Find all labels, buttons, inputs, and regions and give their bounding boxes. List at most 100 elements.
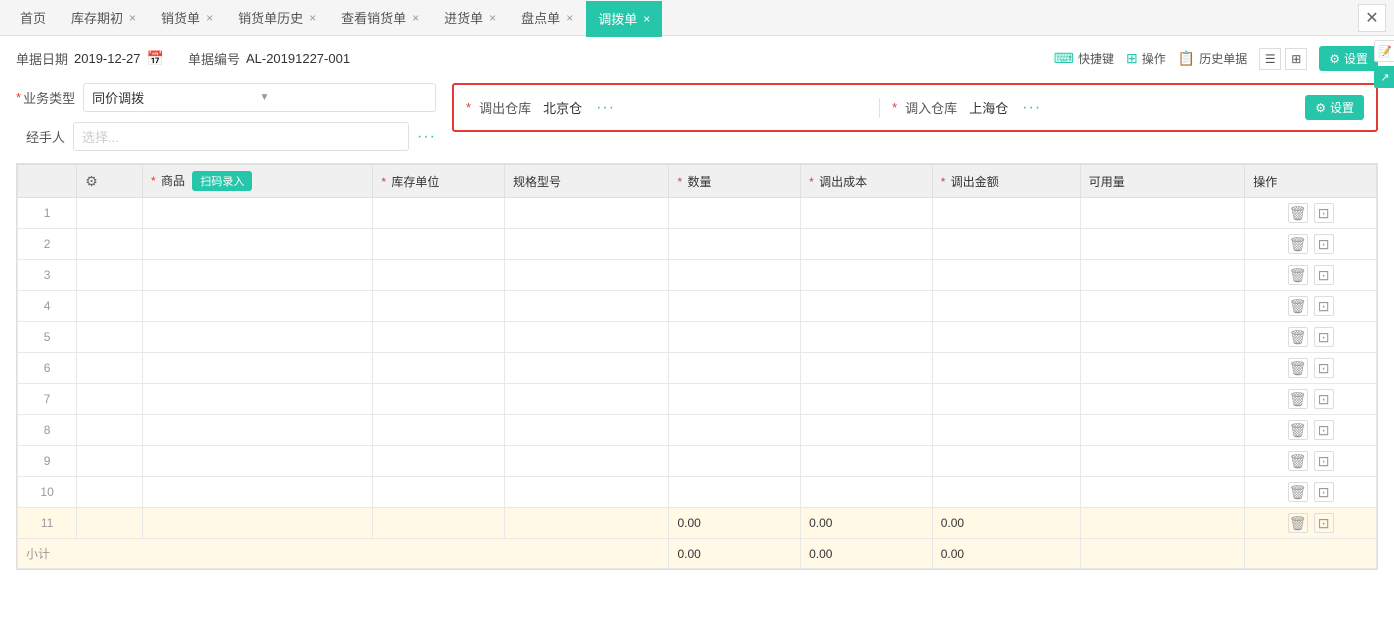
row-spec-cell[interactable] <box>504 353 669 384</box>
operations-btn[interactable]: ⊞ 操作 <box>1126 50 1166 67</box>
row-unit-cell[interactable] <box>373 415 505 446</box>
row-spec-cell[interactable] <box>504 415 669 446</box>
row-unit-cell[interactable] <box>373 260 505 291</box>
row-cost-cell[interactable] <box>801 384 933 415</box>
row-amount-cell[interactable] <box>932 415 1080 446</box>
row-unit-cell[interactable] <box>373 322 505 353</box>
tab-purchase[interactable]: 进货单 × <box>432 0 509 36</box>
tab-inventory[interactable]: 盘点单 × <box>509 0 586 36</box>
row-unit-cell[interactable] <box>373 229 505 260</box>
out-warehouse-more-btn[interactable]: ··· <box>596 99 615 117</box>
row-unit-cell[interactable] <box>373 384 505 415</box>
row-product-cell[interactable] <box>143 322 373 353</box>
row-product-cell[interactable] <box>143 477 373 508</box>
row-qty-cell[interactable] <box>669 446 801 477</box>
row-qty-cell[interactable] <box>669 260 801 291</box>
row-product-cell[interactable] <box>143 415 373 446</box>
tab-close-sales-history[interactable]: × <box>309 11 316 25</box>
row-amount-cell[interactable] <box>932 322 1080 353</box>
layout-list-icon[interactable]: ☰ <box>1259 48 1281 70</box>
copy-row-icon[interactable]: ⊡ <box>1314 389 1334 409</box>
row-cost-cell[interactable] <box>801 198 933 229</box>
row-product-cell[interactable] <box>143 260 373 291</box>
note-icon-btn[interactable]: 📝 <box>1374 40 1394 62</box>
copy-icon[interactable]: ⊡ <box>1314 513 1334 533</box>
business-type-select[interactable]: 同价调拨 ▼ <box>83 83 436 112</box>
row-amount-cell[interactable] <box>932 384 1080 415</box>
tab-close-purchase[interactable]: × <box>489 11 496 25</box>
row-product-cell[interactable] <box>143 446 373 477</box>
copy-row-icon[interactable]: ⊡ <box>1314 358 1334 378</box>
row-spec-cell[interactable] <box>504 384 669 415</box>
row-cost-cell[interactable] <box>801 291 933 322</box>
tab-close-view-sales[interactable]: × <box>412 11 419 25</box>
row-amount-cell[interactable] <box>932 477 1080 508</box>
delete-row-icon[interactable]: 🗑 <box>1288 358 1308 378</box>
row-spec-cell[interactable] <box>504 446 669 477</box>
copy-row-icon[interactable]: ⊡ <box>1314 203 1334 223</box>
copy-row-icon[interactable]: ⊡ <box>1314 296 1334 316</box>
row-unit-cell[interactable] <box>373 291 505 322</box>
row-product-cell[interactable] <box>143 353 373 384</box>
tab-inventory-init[interactable]: 库存期初 × <box>59 0 149 36</box>
scan-button[interactable]: 扫码录入 <box>192 171 252 191</box>
row-cost-cell[interactable] <box>801 260 933 291</box>
warehouse-settings-button[interactable]: ⚙ 设置 <box>1305 95 1364 120</box>
row-unit-cell[interactable] <box>373 477 505 508</box>
row-amount-cell[interactable] <box>932 353 1080 384</box>
copy-row-icon[interactable]: ⊡ <box>1314 234 1334 254</box>
row-amount-cell[interactable] <box>932 198 1080 229</box>
tab-close-inventory2[interactable]: × <box>566 11 573 25</box>
tab-close-sales[interactable]: × <box>206 11 213 25</box>
row-qty-cell[interactable] <box>669 353 801 384</box>
history-btn[interactable]: 📋 历史单据 <box>1178 50 1247 67</box>
row-product-cell[interactable] <box>143 198 373 229</box>
row-cost-cell[interactable] <box>801 353 933 384</box>
delete-row-icon[interactable]: 🗑 <box>1288 265 1308 285</box>
row-spec-cell[interactable] <box>504 260 669 291</box>
row-cost-cell[interactable] <box>801 229 933 260</box>
row-cost-cell[interactable] <box>801 415 933 446</box>
tab-view-sales[interactable]: 查看销货单 × <box>329 0 432 36</box>
tab-close-transfer[interactable]: × <box>643 12 650 26</box>
shortcuts-btn[interactable]: ⌨ 快捷键 <box>1054 50 1114 67</box>
handler-more-btn[interactable]: ··· <box>417 128 436 146</box>
copy-row-icon[interactable]: ⊡ <box>1314 451 1334 471</box>
delete-row-icon[interactable]: 🗑 <box>1288 234 1308 254</box>
row-product-cell[interactable] <box>143 229 373 260</box>
copy-row-icon[interactable]: ⊡ <box>1314 265 1334 285</box>
delete-row-icon[interactable]: 🗑 <box>1288 482 1308 502</box>
delete-row-icon[interactable]: 🗑 <box>1288 327 1308 347</box>
tab-home[interactable]: 首页 <box>8 0 59 36</box>
row-qty-cell[interactable] <box>669 322 801 353</box>
row-product-cell[interactable] <box>143 384 373 415</box>
row-amount-cell[interactable] <box>932 291 1080 322</box>
delete-row-icon[interactable]: 🗑 <box>1288 451 1308 471</box>
row-qty-cell[interactable] <box>669 198 801 229</box>
copy-row-icon[interactable]: ⊡ <box>1314 482 1334 502</box>
row-spec-cell[interactable] <box>504 198 669 229</box>
expand-icon-btn[interactable]: ↗ <box>1374 66 1394 88</box>
row-spec-cell[interactable] <box>504 322 669 353</box>
row-spec-cell[interactable] <box>504 291 669 322</box>
row-cost-cell[interactable] <box>801 322 933 353</box>
delete-icon[interactable]: 🗑 <box>1288 513 1308 533</box>
row-cost-cell[interactable] <box>801 446 933 477</box>
handler-select[interactable]: 选择... <box>73 122 409 151</box>
row-qty-cell[interactable] <box>669 384 801 415</box>
delete-row-icon[interactable]: 🗑 <box>1288 420 1308 440</box>
row-spec-cell[interactable] <box>504 477 669 508</box>
row-spec-cell[interactable] <box>504 229 669 260</box>
row-qty-cell[interactable] <box>669 477 801 508</box>
tab-transfer[interactable]: 调拨单 × <box>586 1 662 37</box>
row-amount-cell[interactable] <box>932 260 1080 291</box>
tab-close-inventory[interactable]: × <box>129 11 136 25</box>
copy-row-icon[interactable]: ⊡ <box>1314 420 1334 440</box>
row-qty-cell[interactable] <box>669 415 801 446</box>
row-qty-cell[interactable] <box>669 291 801 322</box>
delete-row-icon[interactable]: 🗑 <box>1288 296 1308 316</box>
row-qty-cell[interactable] <box>669 229 801 260</box>
tab-sales-history[interactable]: 销货单历史 × <box>226 0 329 36</box>
copy-row-icon[interactable]: ⊡ <box>1314 327 1334 347</box>
row-amount-cell[interactable] <box>932 229 1080 260</box>
